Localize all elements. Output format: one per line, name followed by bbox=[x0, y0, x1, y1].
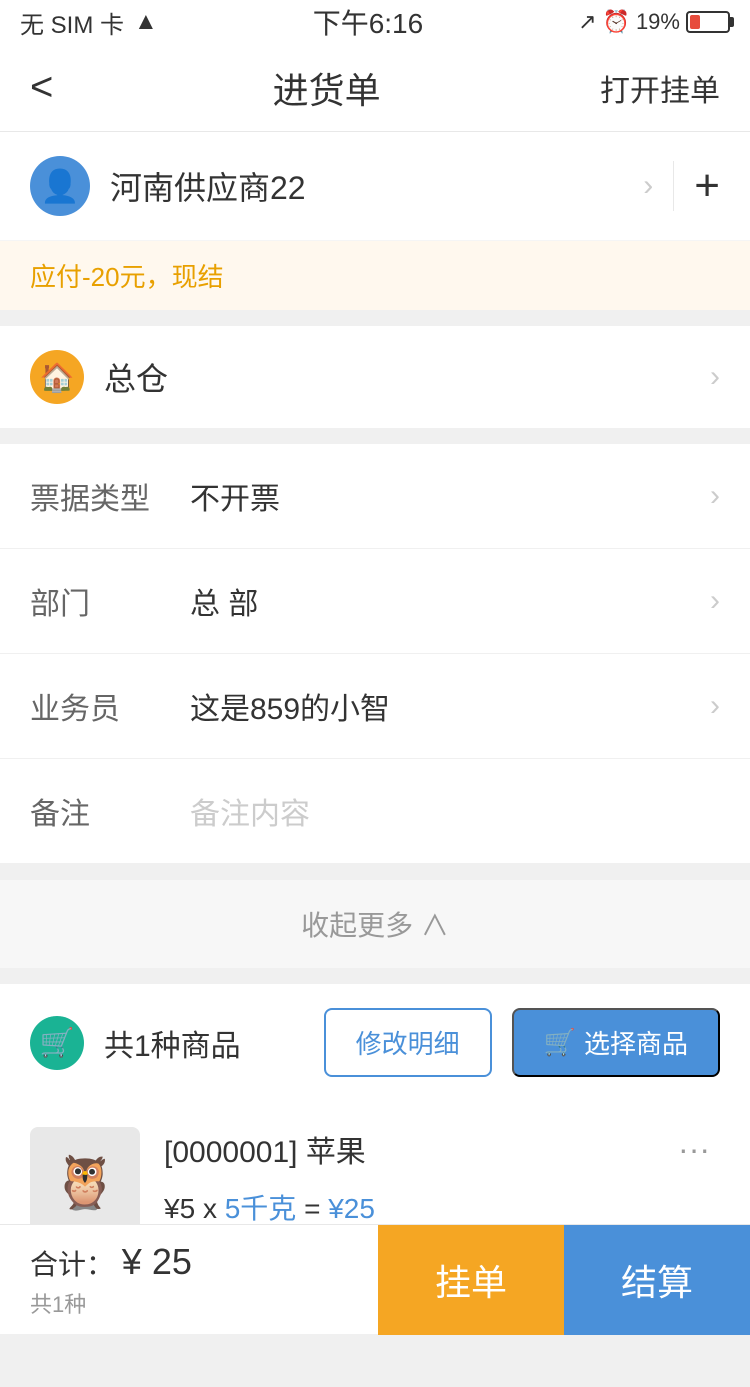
products-icon: 🛒 bbox=[30, 1016, 84, 1070]
warehouse-icon: 🏠 bbox=[30, 350, 84, 404]
invoice-row[interactable]: 票据类型 不开票 › bbox=[0, 444, 750, 549]
remark-input[interactable]: 备注内容 bbox=[170, 789, 720, 833]
wifi-icon: ▲ bbox=[134, 8, 158, 36]
warehouse-name: 总仓 bbox=[104, 354, 710, 400]
battery-percent: 19% bbox=[636, 9, 680, 35]
time-label: 下午6:16 bbox=[313, 2, 424, 42]
collapse-label: 收起更多 ∧ bbox=[301, 910, 449, 941]
product-thumbnail: 🦉 bbox=[30, 1127, 140, 1237]
main-content: 👤 河南供应商22 › + 应付-20元，现结 🏠 总仓 › 票据类型 不开票 … bbox=[0, 132, 750, 1387]
total-price: ¥25 bbox=[328, 1193, 375, 1224]
sales-label: 业务员 bbox=[30, 684, 170, 728]
warehouse-chevron-icon: › bbox=[710, 360, 720, 394]
supplier-card: 👤 河南供应商22 › + 应付-20元，现结 bbox=[0, 132, 750, 310]
products-card: 🛒 共1种商品 修改明细 🛒 选择商品 🦉 [0000001] 苹果 ¥5 bbox=[0, 984, 750, 1261]
invoice-label: 票据类型 bbox=[30, 474, 170, 518]
supplier-name: 河南供应商22 bbox=[110, 163, 643, 209]
vertical-divider bbox=[673, 161, 674, 211]
back-button[interactable]: < bbox=[30, 65, 53, 110]
select-product-button[interactable]: 🛒 选择商品 bbox=[512, 1008, 720, 1077]
location-icon: ↗ bbox=[578, 9, 596, 35]
checkout-button[interactable]: 结算 bbox=[564, 1225, 750, 1335]
total-count: 共1种 bbox=[30, 1287, 348, 1319]
products-header: 🛒 共1种商品 修改明细 🛒 选择商品 bbox=[0, 984, 750, 1101]
select-product-label: 选择商品 bbox=[584, 1024, 688, 1061]
quantity-value: 5千克 bbox=[225, 1193, 297, 1224]
remark-label: 备注 bbox=[30, 789, 170, 833]
more-button[interactable]: ··· bbox=[668, 1127, 720, 1172]
total-section: 合计： ¥ 25 共1种 bbox=[0, 1241, 378, 1319]
hold-label: 挂单 bbox=[435, 1254, 507, 1306]
equals-sign: = bbox=[304, 1193, 328, 1224]
alarm-icon: ⏰ bbox=[603, 9, 630, 35]
notice-bar: 应付-20元，现结 bbox=[0, 241, 750, 310]
checkout-label: 结算 bbox=[621, 1254, 693, 1306]
supplier-avatar: 👤 bbox=[30, 156, 90, 216]
notice-text: 应付-20元，现结 bbox=[30, 262, 224, 292]
sales-value: 这是859的小智 bbox=[170, 684, 710, 728]
hold-button[interactable]: 挂单 bbox=[378, 1225, 564, 1335]
supplier-row[interactable]: 👤 河南供应商22 › + bbox=[0, 132, 750, 241]
product-info: [0000001] 苹果 ¥5 x 5千克 = ¥25 bbox=[164, 1127, 644, 1227]
product-title: 苹果 bbox=[306, 1136, 366, 1169]
invoice-chevron-icon: › bbox=[710, 479, 720, 513]
cart-icon: 🛒 bbox=[544, 1027, 576, 1058]
edit-detail-button[interactable]: 修改明细 bbox=[324, 1008, 492, 1077]
warehouse-row[interactable]: 🏠 总仓 › bbox=[0, 326, 750, 428]
unit-price: ¥5 bbox=[164, 1193, 195, 1224]
sales-chevron-icon: › bbox=[710, 689, 720, 723]
sales-row[interactable]: 业务员 这是859的小智 › bbox=[0, 654, 750, 759]
total-row: 合计： ¥ 25 bbox=[30, 1241, 348, 1283]
dept-chevron-icon: › bbox=[710, 584, 720, 618]
product-thumb-icon: 🦉 bbox=[53, 1152, 118, 1213]
total-amount: ¥ 25 bbox=[122, 1241, 192, 1282]
total-label: 合计： bbox=[30, 1249, 114, 1280]
invoice-value: 不开票 bbox=[170, 474, 710, 518]
product-price: ¥5 x 5千克 = ¥25 bbox=[164, 1187, 644, 1227]
carrier-label: 无 SIM 卡 bbox=[20, 5, 124, 40]
supplier-chevron-icon: › bbox=[643, 169, 653, 203]
form-card: 票据类型 不开票 › 部门 总 部 › 业务员 这是859的小智 › 备注 备注… bbox=[0, 444, 750, 864]
dept-label: 部门 bbox=[30, 579, 170, 623]
page-title: 进货单 bbox=[273, 62, 381, 114]
status-bar: 无 SIM 卡 ▲ 下午6:16 ↗ ⏰ 19% bbox=[0, 0, 750, 44]
product-name: [0000001] 苹果 bbox=[164, 1127, 644, 1171]
nav-bar: < 进货单 打开挂单 bbox=[0, 44, 750, 132]
dept-value: 总 部 bbox=[170, 579, 710, 623]
bottom-bar: 合计： ¥ 25 共1种 挂单 结算 bbox=[0, 1224, 750, 1334]
dept-row[interactable]: 部门 总 部 › bbox=[0, 549, 750, 654]
product-code: [0000001] bbox=[164, 1136, 297, 1169]
open-hold-button[interactable]: 打开挂单 bbox=[600, 66, 720, 110]
battery-icon bbox=[686, 11, 730, 33]
add-button[interactable]: + bbox=[694, 161, 720, 211]
multiply-sign: x bbox=[203, 1193, 225, 1224]
remark-row[interactable]: 备注 备注内容 bbox=[0, 759, 750, 864]
products-count: 共1种商品 bbox=[104, 1021, 304, 1065]
collapse-button[interactable]: 收起更多 ∧ bbox=[0, 880, 750, 968]
